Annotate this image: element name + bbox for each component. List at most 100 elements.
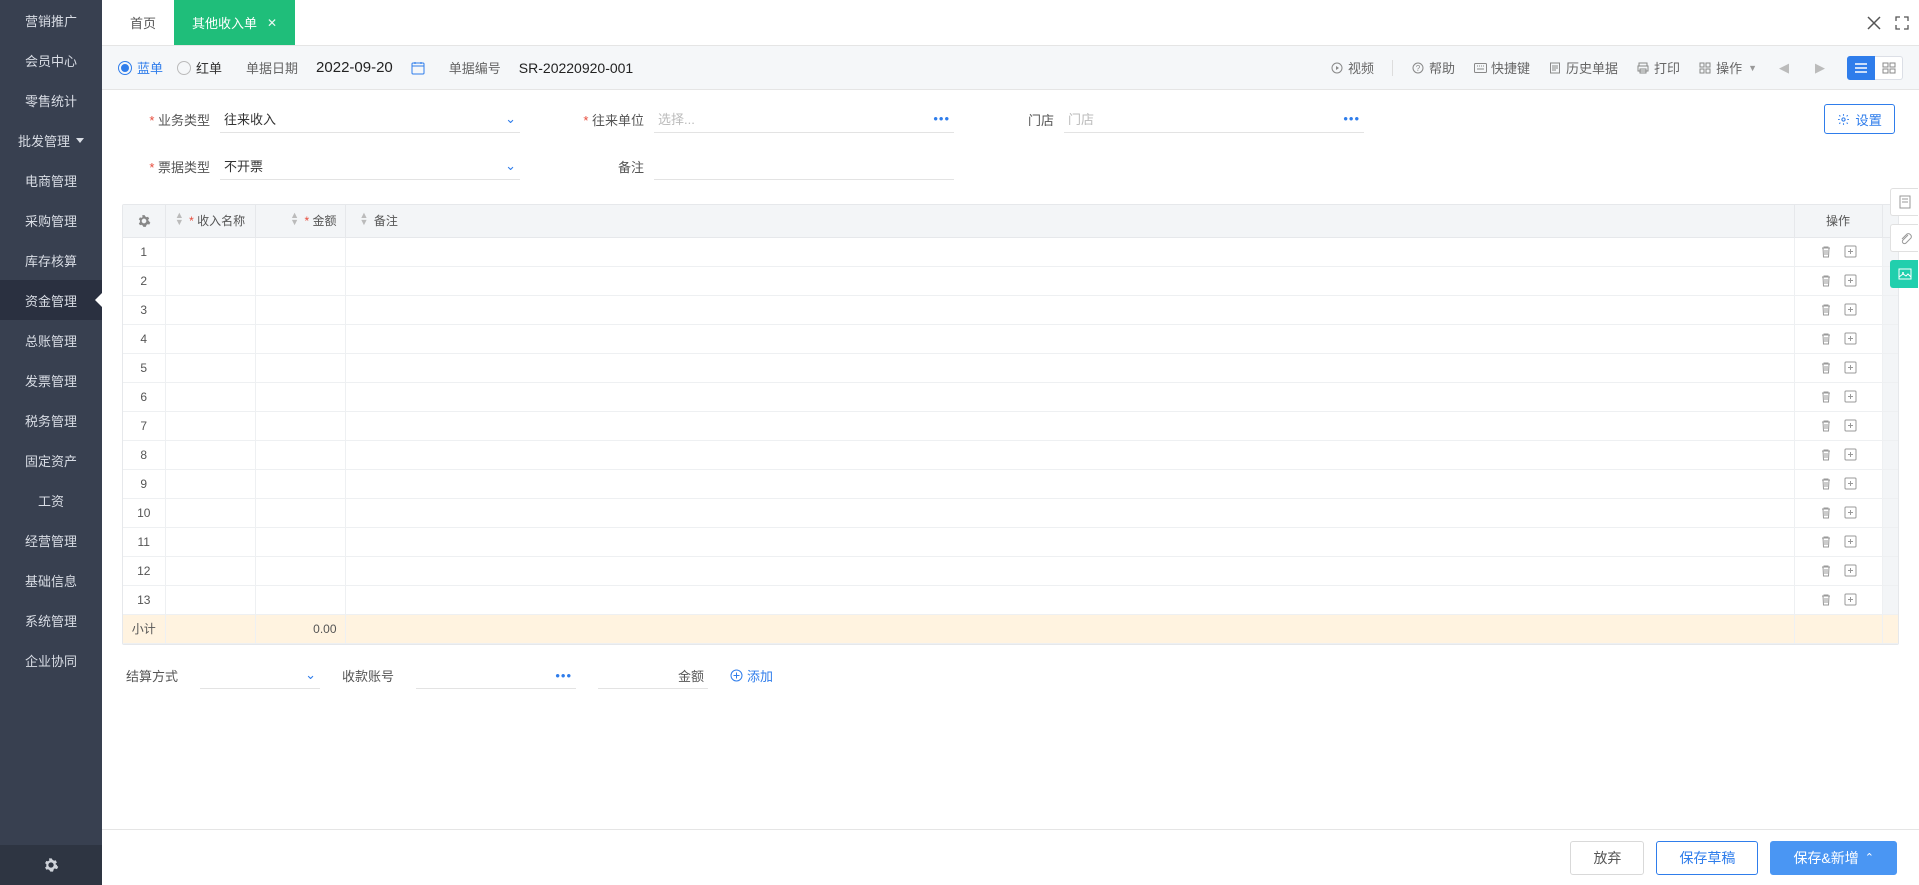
close-panel-button[interactable] (1863, 12, 1885, 34)
cell-remark[interactable] (345, 411, 1794, 440)
cell-remark[interactable] (345, 498, 1794, 527)
save-draft-button[interactable]: 保存草稿 (1656, 841, 1758, 875)
cell-name[interactable] (165, 295, 255, 324)
cell-name[interactable] (165, 266, 255, 295)
toolbar-help[interactable]: ? 帮助 (1411, 58, 1455, 77)
next-button[interactable]: ▶ (1811, 60, 1829, 76)
cell-remark[interactable] (345, 527, 1794, 556)
cell-amount[interactable] (255, 237, 345, 266)
save-new-button[interactable]: 保存&新增 ⌃ (1770, 841, 1897, 875)
delete-row-button[interactable] (1820, 564, 1832, 577)
sidebar-item-7[interactable]: 资金管理 (0, 280, 102, 320)
cell-name[interactable] (165, 353, 255, 382)
party-select[interactable]: 选择... ••• (654, 105, 954, 133)
table-row[interactable]: 11 (123, 527, 1898, 556)
rail-template-button[interactable] (1890, 188, 1918, 216)
account-select[interactable]: ••• (416, 663, 576, 689)
sidebar-item-12[interactable]: 工资 (0, 480, 102, 520)
toolbar-video[interactable]: 视频 (1330, 58, 1374, 77)
sidebar-item-2[interactable]: 零售统计 (0, 80, 102, 120)
cell-remark[interactable] (345, 382, 1794, 411)
sidebar-item-13[interactable]: 经营管理 (0, 520, 102, 560)
delete-row-button[interactable] (1820, 477, 1832, 490)
sidebar-item-16[interactable]: 企业协同 (0, 640, 102, 680)
cell-name[interactable] (165, 585, 255, 614)
add-row-button[interactable] (1844, 303, 1857, 316)
prev-button[interactable]: ◀ (1775, 60, 1793, 76)
table-row[interactable]: 12 (123, 556, 1898, 585)
cell-remark[interactable] (345, 585, 1794, 614)
sidebar-item-4[interactable]: 电商管理 (0, 160, 102, 200)
table-row[interactable]: 2 (123, 266, 1898, 295)
add-row-button[interactable] (1844, 564, 1857, 577)
toolbar-print[interactable]: 打印 (1636, 58, 1680, 77)
table-row[interactable]: 9 (123, 469, 1898, 498)
cell-amount[interactable] (255, 469, 345, 498)
settle-select[interactable]: ⌄ (200, 663, 320, 689)
col-income-name[interactable]: ▲▼ 收入名称 (165, 205, 255, 237)
doc-date-value[interactable]: 2022-09-20 (316, 59, 393, 76)
cell-name[interactable] (165, 498, 255, 527)
add-row-button[interactable] (1844, 448, 1857, 461)
delete-row-button[interactable] (1820, 593, 1832, 606)
cell-remark[interactable] (345, 556, 1794, 585)
delete-row-button[interactable] (1820, 245, 1832, 258)
add-row-button[interactable] (1844, 535, 1857, 548)
sidebar-item-0[interactable]: 营销推广 (0, 0, 102, 40)
calendar-icon[interactable] (411, 61, 425, 75)
amount-input[interactable]: 金额 (598, 663, 708, 689)
toolbar-shortcut[interactable]: 快捷键 (1473, 58, 1530, 77)
sidebar-item-1[interactable]: 会员中心 (0, 40, 102, 80)
add-row-button[interactable] (1844, 361, 1857, 374)
col-remark[interactable]: ▲▼ 备注 (345, 205, 1794, 237)
cell-name[interactable] (165, 237, 255, 266)
table-row[interactable]: 13 (123, 585, 1898, 614)
add-row-button[interactable] (1844, 419, 1857, 432)
sidebar-item-5[interactable]: 采购管理 (0, 200, 102, 240)
sidebar-item-10[interactable]: 税务管理 (0, 400, 102, 440)
cell-remark[interactable] (345, 324, 1794, 353)
col-amount[interactable]: ▲▼ 金额 (255, 205, 345, 237)
cell-remark[interactable] (345, 469, 1794, 498)
table-row[interactable]: 4 (123, 324, 1898, 353)
cell-amount[interactable] (255, 440, 345, 469)
cell-remark[interactable] (345, 237, 1794, 266)
invoice-type-select[interactable]: 不开票 ⌄ (220, 152, 520, 180)
add-row-button[interactable] (1844, 332, 1857, 345)
close-icon[interactable]: ✕ (267, 16, 277, 30)
table-row[interactable]: 8 (123, 440, 1898, 469)
view-card-button[interactable] (1875, 56, 1903, 80)
add-row-button[interactable] (1844, 390, 1857, 403)
cell-amount[interactable] (255, 353, 345, 382)
cell-name[interactable] (165, 527, 255, 556)
cell-remark[interactable] (345, 295, 1794, 324)
sidebar-item-8[interactable]: 总账管理 (0, 320, 102, 360)
cell-remark[interactable] (345, 353, 1794, 382)
cell-name[interactable] (165, 324, 255, 353)
cell-amount[interactable] (255, 556, 345, 585)
biz-type-select[interactable]: 往来收入 ⌄ (220, 105, 520, 133)
view-list-button[interactable] (1847, 56, 1875, 80)
fullscreen-button[interactable] (1895, 16, 1909, 30)
cell-amount[interactable] (255, 382, 345, 411)
cell-name[interactable] (165, 411, 255, 440)
sidebar-item-9[interactable]: 发票管理 (0, 360, 102, 400)
add-row-button[interactable] (1844, 593, 1857, 606)
table-row[interactable]: 1 (123, 237, 1898, 266)
radio-blue[interactable]: 蓝单 (118, 58, 163, 77)
add-row-button[interactable] (1844, 274, 1857, 287)
remark-input[interactable] (654, 152, 954, 180)
delete-row-button[interactable] (1820, 390, 1832, 403)
store-select[interactable]: 门店 ••• (1064, 105, 1364, 133)
col-settings[interactable] (123, 205, 165, 237)
radio-red[interactable]: 红单 (177, 58, 222, 77)
cell-amount[interactable] (255, 585, 345, 614)
sidebar-item-6[interactable]: 库存核算 (0, 240, 102, 280)
delete-row-button[interactable] (1820, 303, 1832, 316)
sidebar-item-15[interactable]: 系统管理 (0, 600, 102, 640)
settings-button[interactable]: 设置 (1824, 104, 1895, 134)
cell-amount[interactable] (255, 324, 345, 353)
table-row[interactable]: 7 (123, 411, 1898, 440)
rail-image-button[interactable] (1890, 260, 1918, 288)
toolbar-ops[interactable]: 操作 ▼ (1698, 58, 1757, 77)
